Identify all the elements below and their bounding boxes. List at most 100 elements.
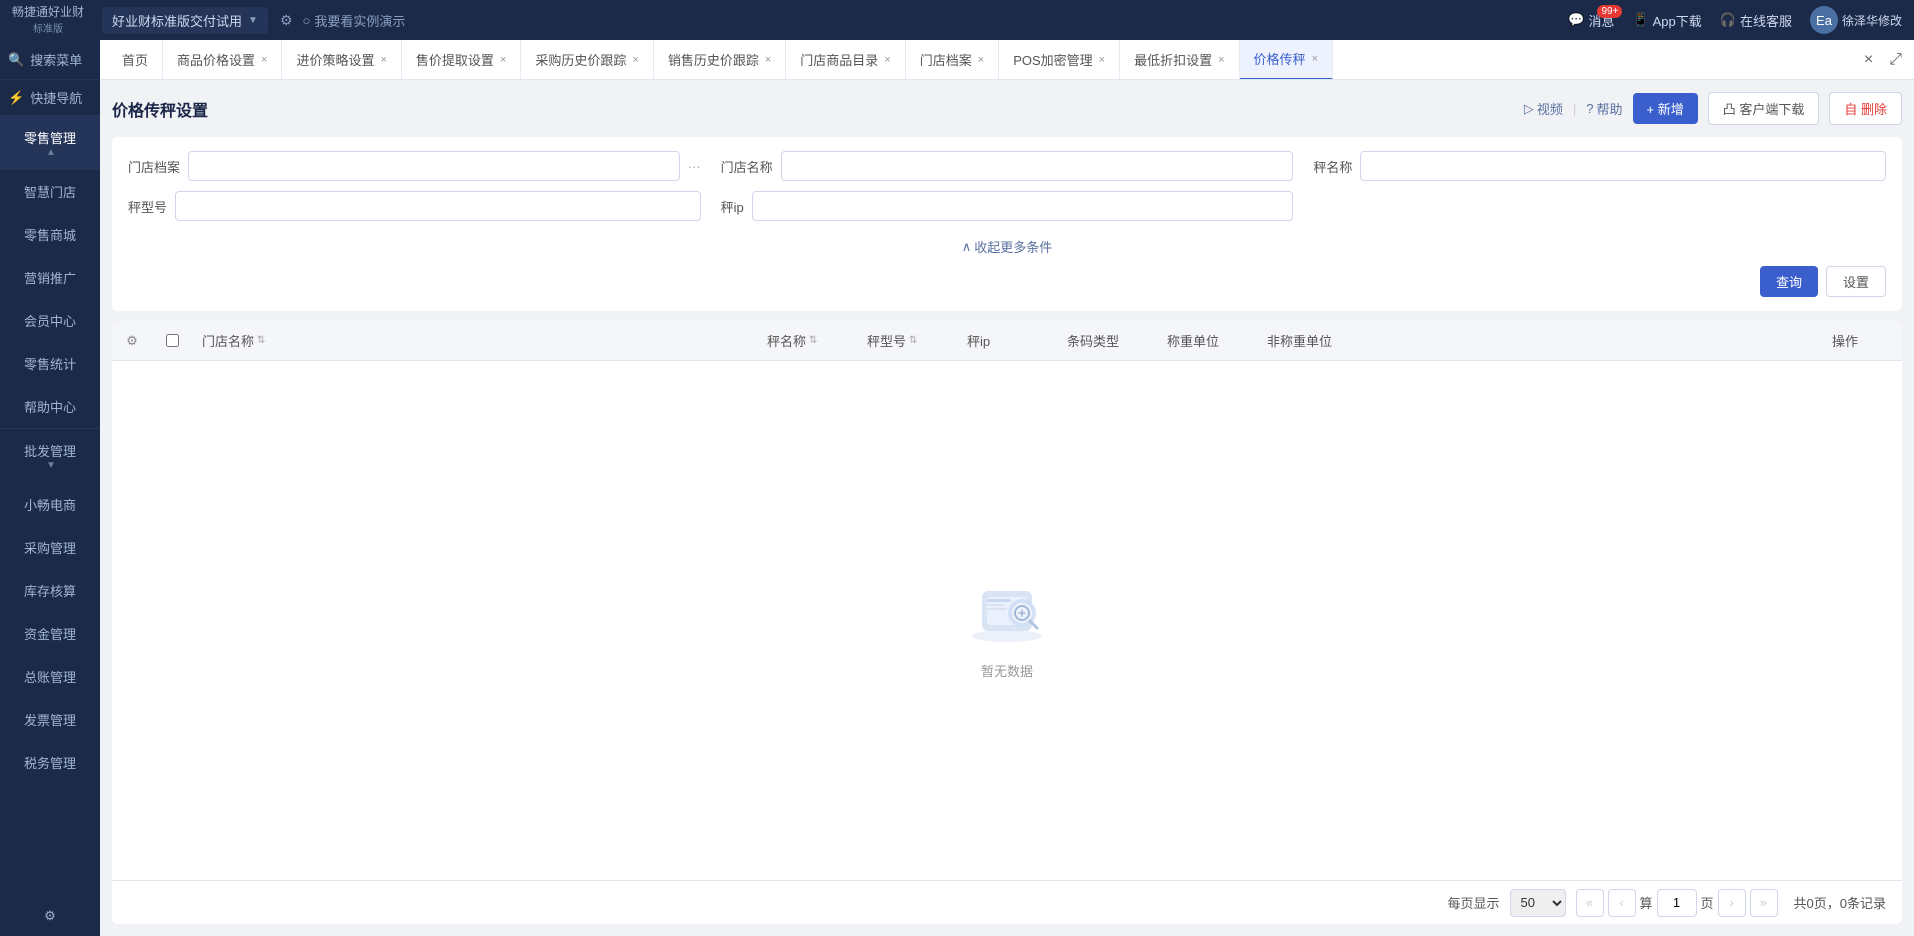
tab-sale-price-close[interactable]: × — [500, 54, 506, 66]
tab-purchase-history-close[interactable]: × — [632, 54, 638, 66]
app-download-icon: 📱 — [1632, 12, 1648, 28]
col-scale-name-label: 秤名称 — [767, 331, 806, 350]
tab-price-scale[interactable]: 价格传秤 × — [1240, 40, 1333, 80]
page-label: 算 — [1640, 893, 1653, 912]
sidebar-item-capital[interactable]: 资金管理 — [0, 612, 100, 655]
tab-product-price[interactable]: 商品价格设置 × — [163, 40, 282, 80]
tab-store-catalog[interactable]: 门店商品目录 × — [786, 40, 905, 80]
table-select-all[interactable] — [152, 334, 192, 347]
page-header-actions: ▷ 视频 | ? 帮助 + 新增 凸 客户端下载 自 删除 — [1524, 92, 1902, 125]
tab-pos-security-close[interactable]: × — [1099, 54, 1105, 66]
download-button[interactable]: 凸 客户端下载 — [1708, 92, 1820, 125]
set-button-label: 设置 — [1843, 275, 1869, 290]
pagination-total: 共0页，0条记录 — [1794, 893, 1886, 912]
sidebar-quick-nav[interactable]: ⚡ 快捷导航 — [0, 80, 100, 116]
tab-price-scale-close[interactable]: × — [1312, 53, 1318, 65]
tab-sale-price[interactable]: 售价提取设置 × — [402, 40, 521, 80]
online-service-label: 在线客服 — [1740, 11, 1792, 30]
tab-store-catalog-label: 门店商品目录 — [800, 50, 878, 69]
message-action[interactable]: 💬 消息 99+ — [1568, 11, 1614, 30]
username-label: 徐泽华修改 — [1842, 12, 1902, 29]
sidebar-settings-button[interactable]: ⚙ — [0, 896, 100, 936]
tab-purchase-strategy[interactable]: 进价策略设置 × — [282, 40, 401, 80]
empty-text: 暂无数据 — [981, 661, 1033, 680]
tab-min-discount[interactable]: 最低折扣设置 × — [1120, 40, 1239, 80]
col-weigh-unit: 称重单位 — [1157, 331, 1257, 350]
tab-min-discount-close[interactable]: × — [1218, 54, 1224, 66]
sidebar-item-smart-store[interactable]: 智慧门店 — [0, 170, 100, 213]
filter-store-profile-input[interactable] — [188, 151, 680, 181]
gear-icon[interactable]: ⚙ — [280, 12, 293, 29]
online-service-action[interactable]: 🎧 在线客服 — [1720, 11, 1792, 30]
filter-scale-name-input[interactable] — [1360, 151, 1886, 181]
sidebar-item-retail-stats[interactable]: 零售统计 — [0, 342, 100, 385]
divider: | — [1573, 101, 1576, 116]
filter-store-profile: 门店档案 ··· — [128, 151, 701, 181]
tab-sale-history-close[interactable]: × — [765, 54, 771, 66]
top-bar: 畅捷通好业财 标准版 好业财标准版交付试用 ▼ ⚙ ○ 我要看实例演示 💬 消息… — [0, 0, 1914, 40]
filter-store-name-input[interactable] — [781, 151, 1294, 181]
sidebar-item-purchase[interactable]: 采购管理 — [0, 526, 100, 569]
user-action[interactable]: Ea 徐泽华修改 — [1810, 6, 1902, 34]
delete-button[interactable]: 自 删除 — [1829, 92, 1902, 125]
tab-expand-button[interactable]: ⤢ — [1885, 47, 1906, 73]
help-link[interactable]: ? 帮助 — [1586, 99, 1622, 118]
sort-icon: ⇅ — [909, 335, 917, 346]
tab-purchase-strategy-close[interactable]: × — [380, 54, 386, 66]
sidebar-item-label: 营销推广 — [24, 268, 76, 287]
page-input[interactable] — [1657, 889, 1697, 917]
tab-product-price-close[interactable]: × — [261, 54, 267, 66]
sidebar-item-general-ledger[interactable]: 总账管理 — [0, 655, 100, 698]
prev-page-button[interactable]: ‹ — [1608, 889, 1636, 917]
tab-sale-history[interactable]: 销售历史价跟踪 × — [654, 40, 786, 80]
per-page-select[interactable]: 50 10 20 100 — [1510, 889, 1566, 917]
app-download-action[interactable]: 📱 App下载 — [1632, 11, 1701, 30]
sidebar-item-tax[interactable]: 税务管理 — [0, 741, 100, 784]
delete-button-label: 自 删除 — [1844, 99, 1887, 118]
add-button[interactable]: + 新增 — [1633, 93, 1698, 124]
tab-home[interactable]: 首页 — [108, 40, 163, 80]
filter-scale-ip-input[interactable] — [752, 191, 1294, 221]
last-page-button[interactable]: » — [1750, 889, 1778, 917]
sidebar-item-label: 资金管理 — [24, 624, 76, 643]
filter-scale-name-label: 秤名称 — [1313, 157, 1352, 176]
version-selector[interactable]: 好业财标准版交付试用 ▼ — [102, 7, 268, 34]
tab-bar-end: × ⤢ — [1860, 47, 1906, 73]
col-scale-ip-label: 秤ip — [967, 331, 990, 350]
sidebar-item-retail-mall[interactable]: 零售商城 — [0, 213, 100, 256]
tab-pos-security[interactable]: POS加密管理 × — [999, 40, 1120, 80]
first-page-button[interactable]: « — [1576, 889, 1604, 917]
video-link[interactable]: ▷ 视频 — [1524, 99, 1563, 118]
tab-store-profile-close[interactable]: × — [978, 54, 984, 66]
sidebar-item-label: 帮助中心 — [24, 397, 76, 416]
filter-row-2: 秤型号 秤ip — [128, 191, 1886, 221]
tab-store-catalog-close[interactable]: × — [884, 54, 890, 66]
select-all-checkbox[interactable] — [166, 334, 179, 347]
collapse-more-button[interactable]: ∧ 收起更多条件 — [956, 231, 1059, 262]
sidebar-item-retail-mgmt[interactable]: 零售管理 ▲ — [0, 116, 100, 170]
sidebar-item-marketing[interactable]: 营销推广 — [0, 256, 100, 299]
query-button[interactable]: 查询 — [1760, 266, 1818, 297]
page-unit: 页 — [1701, 893, 1714, 912]
sidebar-item-batch-mgmt[interactable]: 批发管理 ▼ — [0, 429, 100, 483]
tab-close-window-button[interactable]: × — [1860, 47, 1877, 73]
store-profile-more-icon[interactable]: ··· — [688, 159, 701, 174]
pagination-nav: « ‹ 算 页 › » — [1576, 889, 1778, 917]
sidebar-item-inventory[interactable]: 库存核算 — [0, 569, 100, 612]
arrow-up-icon: ▲ — [46, 147, 56, 158]
demo-icon: ○ — [303, 13, 311, 28]
table-settings-icon[interactable]: ⚙ — [112, 333, 152, 349]
sidebar-item-xiaochange[interactable]: 小畅电商 — [0, 483, 100, 526]
set-button[interactable]: 设置 — [1826, 266, 1886, 297]
demo-link[interactable]: ○ 我要看实例演示 — [303, 11, 406, 30]
next-page-button[interactable]: › — [1718, 889, 1746, 917]
tab-store-profile[interactable]: 门店档案 × — [906, 40, 999, 80]
sidebar-item-member[interactable]: 会员中心 — [0, 299, 100, 342]
sidebar-item-help[interactable]: 帮助中心 — [0, 385, 100, 428]
sidebar-item-invoice[interactable]: 发票管理 — [0, 698, 100, 741]
tab-purchase-history[interactable]: 采购历史价跟踪 × — [521, 40, 653, 80]
filter-scale-model-input[interactable] — [175, 191, 701, 221]
sidebar-search[interactable]: 🔍 搜索菜单 — [0, 40, 100, 80]
page-title: 价格传秤设置 — [112, 97, 208, 121]
filter-scale-ip-label: 秤ip — [721, 197, 744, 216]
